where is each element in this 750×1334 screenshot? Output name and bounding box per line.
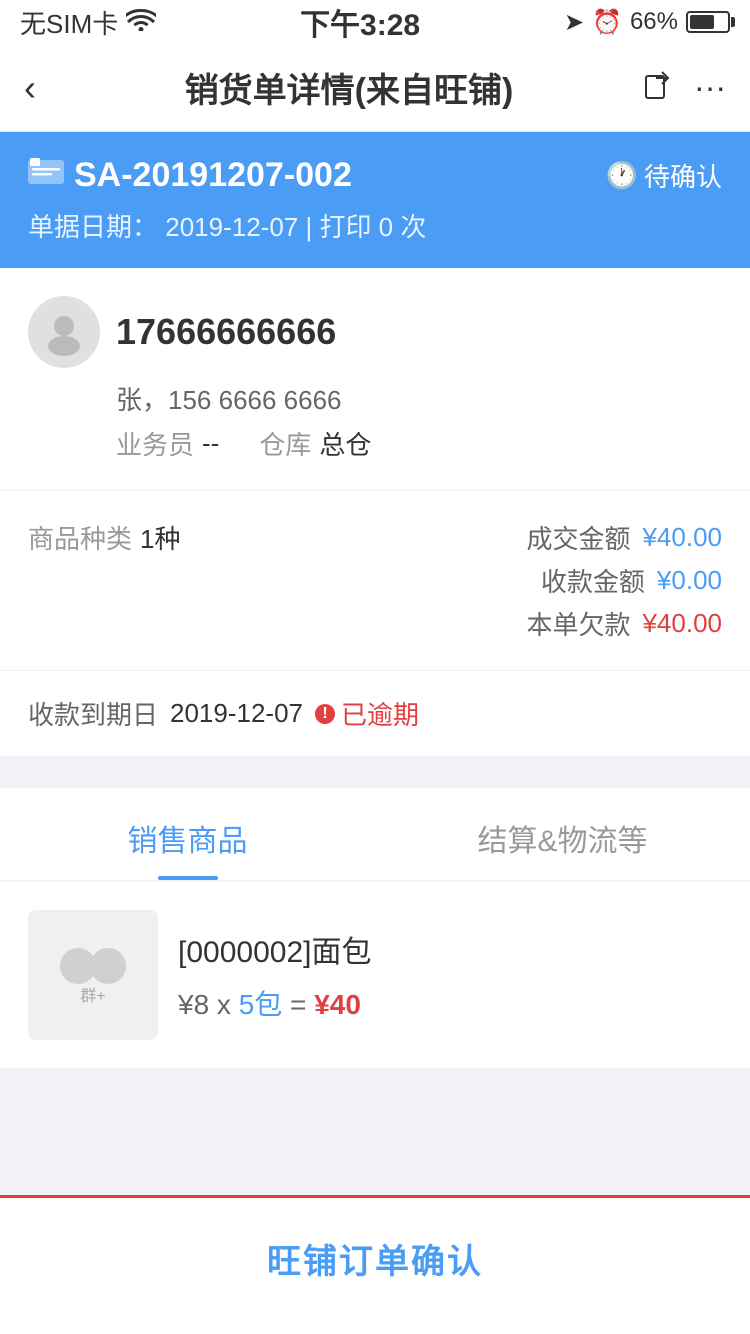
amount-value-2: ¥0.00 bbox=[657, 565, 722, 596]
location-icon: ➤ bbox=[564, 8, 584, 37]
amount-row-1: 成交金额 ¥40.00 bbox=[526, 519, 722, 556]
wifi-icon bbox=[126, 7, 156, 38]
status-bar: 无SIM卡 下午3:28 ➤ ⏰ 66% bbox=[0, 0, 750, 44]
carrier-label: 无SIM卡 bbox=[20, 4, 118, 41]
category-label: 商品种类 bbox=[28, 519, 132, 556]
amount-row-2: 收款金额 ¥0.00 bbox=[541, 562, 722, 599]
overdue-badge: ! 已逾期 bbox=[315, 695, 419, 732]
print-info: | 打印 0 次 bbox=[305, 212, 426, 242]
divider-3 bbox=[0, 756, 750, 772]
battery-icon bbox=[686, 11, 730, 33]
order-header: SA-20191207-002 🕐 待确认 单据日期： 2019-12-07 |… bbox=[0, 132, 750, 268]
nav-bar: ‹ 销货单详情(来自旺铺) ··· bbox=[0, 44, 750, 132]
order-status: 🕐 待确认 bbox=[606, 157, 722, 194]
nav-actions: ··· bbox=[642, 68, 726, 108]
bottom-bar: 旺铺订单确认 bbox=[0, 1195, 750, 1334]
product-item: 群+ [0000002]面包 ¥8 x 5包 = ¥40 bbox=[0, 882, 750, 1068]
order-status-text: 待确认 bbox=[644, 157, 722, 194]
qty-text: 5包 bbox=[239, 989, 283, 1020]
product-name: [0000002]面包 bbox=[178, 927, 722, 971]
battery-label: 66% bbox=[630, 8, 678, 36]
due-date-value: 2019-12-07 bbox=[170, 698, 303, 729]
customer-card: 17666666666 张，156 6666 6666 业务员 -- 仓库 总仓 bbox=[0, 268, 750, 490]
due-date-card: 收款到期日 2019-12-07 ! 已逾期 bbox=[0, 671, 750, 756]
equals-text: = bbox=[282, 989, 314, 1020]
warehouse-item: 仓库 总仓 bbox=[259, 425, 371, 462]
clock-icon: 🕐 bbox=[606, 160, 638, 191]
order-header-top: SA-20191207-002 🕐 待确认 bbox=[28, 156, 722, 195]
product-price-row: ¥8 x 5包 = ¥40 bbox=[178, 983, 722, 1023]
overdue-icon: ! bbox=[315, 704, 335, 724]
price-text: ¥8 x bbox=[178, 989, 239, 1020]
confirm-button[interactable]: 旺铺订单确认 bbox=[28, 1214, 722, 1302]
amount-row-3: 本单欠款 ¥40.00 bbox=[526, 605, 722, 642]
warehouse-value: 总仓 bbox=[319, 425, 371, 462]
share-icon[interactable] bbox=[642, 68, 674, 108]
amount-label-1: 成交金额 bbox=[526, 519, 630, 556]
due-date-label: 收款到期日 bbox=[28, 695, 158, 732]
customer-phone: 17666666666 bbox=[116, 311, 336, 353]
summary-card: 商品种类 1种 成交金额 ¥40.00 收款金额 ¥0.00 本单欠款 ¥40.… bbox=[0, 491, 750, 670]
svg-text:群+: 群+ bbox=[80, 987, 105, 1005]
overdue-text: 已逾期 bbox=[341, 695, 419, 732]
date-value: 2019-12-07 bbox=[165, 212, 298, 242]
sales-item: 业务员 -- bbox=[116, 425, 219, 462]
warehouse-label: 仓库 bbox=[259, 425, 311, 462]
tab-settlement-logistics[interactable]: 结算&物流等 bbox=[375, 788, 750, 880]
customer-top: 17666666666 bbox=[28, 296, 722, 368]
product-total: ¥40 bbox=[314, 989, 361, 1020]
customer-name-row: 张，156 6666 6666 bbox=[28, 380, 722, 417]
tabs-bar: 销售商品 结算&物流等 bbox=[0, 788, 750, 880]
sales-label: 业务员 bbox=[116, 425, 194, 462]
date-label: 单据日期： bbox=[28, 212, 158, 242]
more-icon[interactable]: ··· bbox=[694, 69, 726, 106]
back-button[interactable]: ‹ bbox=[24, 67, 56, 109]
tab-sales-products[interactable]: 销售商品 bbox=[0, 788, 375, 880]
customer-meta-row: 业务员 -- 仓库 总仓 bbox=[28, 425, 722, 462]
amount-label-3: 本单欠款 bbox=[526, 605, 630, 642]
page-title: 销货单详情(来自旺铺) bbox=[56, 63, 642, 112]
product-list: 群+ [0000002]面包 ¥8 x 5包 = ¥40 bbox=[0, 882, 750, 1068]
order-date-row: 单据日期： 2019-12-07 | 打印 0 次 bbox=[28, 207, 722, 244]
product-details: [0000002]面包 ¥8 x 5包 = ¥40 bbox=[178, 927, 722, 1023]
amount-label-2: 收款金额 bbox=[541, 562, 645, 599]
order-id-text: SA-20191207-002 bbox=[74, 156, 352, 195]
summary-row: 商品种类 1种 成交金额 ¥40.00 收款金额 ¥0.00 本单欠款 ¥40.… bbox=[28, 519, 722, 642]
category-value: 1种 bbox=[140, 519, 180, 556]
order-icon bbox=[28, 156, 64, 195]
summary-right: 成交金额 ¥40.00 收款金额 ¥0.00 本单欠款 ¥40.00 bbox=[526, 519, 722, 642]
amount-value-1: ¥40.00 bbox=[642, 522, 722, 553]
alarm-icon: ⏰ bbox=[592, 8, 622, 37]
avatar bbox=[28, 296, 100, 368]
product-thumbnail: 群+ bbox=[28, 910, 158, 1040]
status-bar-left: 无SIM卡 bbox=[20, 4, 156, 41]
sales-value: -- bbox=[202, 428, 219, 459]
product-logo: 群+ bbox=[48, 936, 138, 1015]
status-bar-right: ➤ ⏰ 66% bbox=[564, 8, 730, 37]
order-id-container: SA-20191207-002 bbox=[28, 156, 352, 195]
summary-left: 商品种类 1种 bbox=[28, 519, 180, 556]
amount-value-3: ¥40.00 bbox=[642, 608, 722, 639]
status-bar-time: 下午3:28 bbox=[300, 0, 420, 44]
